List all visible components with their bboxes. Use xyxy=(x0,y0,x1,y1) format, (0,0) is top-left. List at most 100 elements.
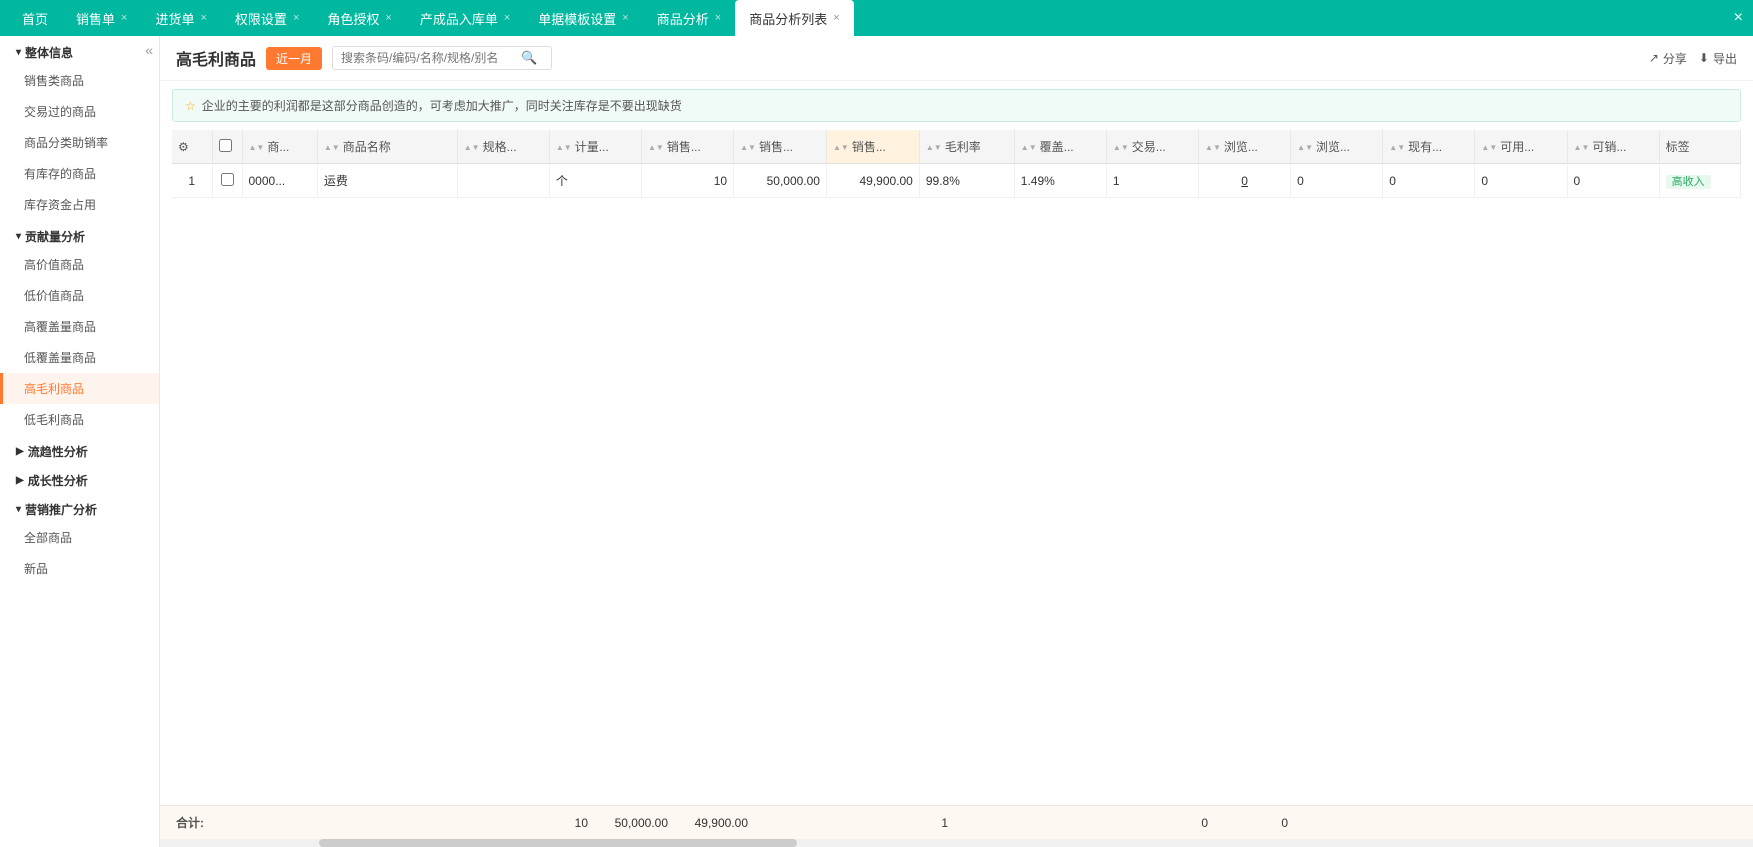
row-browse2: 0 xyxy=(1291,164,1383,198)
sidebar-item-sales-goods[interactable]: 销售类商品 xyxy=(0,65,159,96)
arrow-icon: ▾ xyxy=(16,47,21,58)
sort-icon[interactable]: ▲▼ xyxy=(926,143,942,152)
sort-icon[interactable]: ▲▼ xyxy=(1113,143,1129,152)
sidebar-item-stocked-goods[interactable]: 有库存的商品 xyxy=(0,158,159,189)
sort-icon[interactable]: ▲▼ xyxy=(648,143,664,152)
export-button[interactable]: ⬇ 导出 xyxy=(1699,50,1737,67)
close-icon[interactable]: × xyxy=(293,12,299,24)
row-no: 1 xyxy=(172,164,212,198)
sort-icon[interactable]: ▲▼ xyxy=(1205,143,1221,152)
sort-icon[interactable]: ▲▼ xyxy=(833,143,849,152)
sidebar-collapse-button[interactable]: « xyxy=(145,42,153,58)
sidebar-item-all-goods[interactable]: 全部商品 xyxy=(0,522,159,553)
row-select-checkbox[interactable] xyxy=(221,173,234,186)
scrollbar-thumb[interactable] xyxy=(319,839,797,847)
sidebar-item-low-margin[interactable]: 低毛利商品 xyxy=(0,404,159,435)
nav-product-analysis-list[interactable]: 商品分析列表 × xyxy=(735,0,853,36)
col-sellable: ▲▼可销... xyxy=(1567,130,1659,164)
col-checkbox-header[interactable] xyxy=(212,130,242,164)
row-unit: 个 xyxy=(549,164,641,198)
search-input[interactable] xyxy=(341,51,521,65)
close-icon[interactable]: × xyxy=(715,12,721,24)
footer-sales-amt2: 49,900.00 xyxy=(674,816,754,830)
sidebar-item-category-rate[interactable]: 商品分类助销率 xyxy=(0,127,159,158)
sort-icon[interactable]: ▲▼ xyxy=(1297,143,1313,152)
nav-home[interactable]: 首页 xyxy=(8,0,62,36)
tip-icon: ☆ xyxy=(185,99,196,113)
sidebar-item-high-value[interactable]: 高价值商品 xyxy=(0,249,159,280)
sidebar-item-high-margin[interactable]: 高毛利商品 xyxy=(0,373,159,404)
tag-badge: 高收入 xyxy=(1666,175,1711,189)
nav-finished-goods[interactable]: 产成品入库单 × xyxy=(406,0,524,36)
sort-icon[interactable]: ▲▼ xyxy=(556,143,572,152)
row-tag: 高收入 xyxy=(1659,164,1740,198)
footer-label: 合计: xyxy=(176,814,204,831)
sort-icon[interactable]: ▲▼ xyxy=(1021,143,1037,152)
sort-icon[interactable]: ▲▼ xyxy=(324,143,340,152)
sidebar-group-growth[interactable]: ▶ 成长性分析 xyxy=(0,464,159,493)
sort-icon[interactable]: ▲▼ xyxy=(249,143,265,152)
close-icon[interactable]: × xyxy=(200,12,206,24)
col-sales-qty: ▲▼销售... xyxy=(641,130,733,164)
nav-permission-settings[interactable]: 权限设置 × xyxy=(221,0,313,36)
arrow-icon: ▶ xyxy=(16,446,24,457)
sort-icon[interactable]: ▲▼ xyxy=(1574,143,1590,152)
sort-icon[interactable]: ▲▼ xyxy=(464,143,480,152)
close-all-tabs-button[interactable]: × xyxy=(1734,9,1743,27)
sidebar-item-traded-goods[interactable]: 交易过的商品 xyxy=(0,96,159,127)
sidebar-group-overall-info[interactable]: ▾ 整体信息 xyxy=(0,36,159,65)
filter-month-button[interactable]: 近一月 xyxy=(266,47,322,70)
col-settings[interactable]: ⚙ xyxy=(172,130,212,164)
close-icon[interactable]: × xyxy=(121,12,127,24)
close-icon[interactable]: × xyxy=(622,12,628,24)
col-transactions: ▲▼交易... xyxy=(1106,130,1198,164)
sidebar-item-high-coverage[interactable]: 高覆盖量商品 xyxy=(0,311,159,342)
sidebar: « ▾ 整体信息 销售类商品 交易过的商品 商品分类助销率 有库存的商品 库存资… xyxy=(0,36,160,847)
row-browse1: 0 xyxy=(1199,164,1291,198)
row-code: 0000... xyxy=(242,164,317,198)
data-table-wrap: ⚙ ▲▼商... ▲▼商品名称 ▲▼规格... ▲▼计量... ▲▼销售... … xyxy=(172,130,1741,805)
row-current: 0 xyxy=(1383,164,1475,198)
row-coverage: 1.49% xyxy=(1014,164,1106,198)
arrow-icon: ▶ xyxy=(16,475,24,486)
arrow-icon: ▾ xyxy=(16,504,21,515)
footer-val2: 0 xyxy=(1214,816,1294,830)
close-icon[interactable]: × xyxy=(385,12,391,24)
footer-val1: 0 xyxy=(1134,816,1214,830)
footer-sales-amt: 50,000.00 xyxy=(594,816,674,830)
sidebar-item-new-goods[interactable]: 新品 xyxy=(0,553,159,584)
close-icon[interactable]: × xyxy=(504,12,510,24)
sidebar-group-marketing[interactable]: ▾ 营销推广分析 xyxy=(0,493,159,522)
sidebar-group-trend[interactable]: ▶ 流趋性分析 xyxy=(0,435,159,464)
sidebar-item-stock-capital[interactable]: 库存资金占用 xyxy=(0,189,159,220)
nav-template-settings[interactable]: 单据模板设置 × xyxy=(524,0,642,36)
nav-purchase-order[interactable]: 进货单 × xyxy=(141,0,220,36)
sidebar-group-contribution[interactable]: ▾ 贡献量分析 xyxy=(0,220,159,249)
share-icon: ↗ xyxy=(1649,51,1659,65)
search-box: 🔍 xyxy=(332,46,552,70)
browse1-link[interactable]: 0 xyxy=(1241,174,1248,188)
close-icon[interactable]: × xyxy=(833,12,839,24)
row-checkbox[interactable] xyxy=(212,164,242,198)
share-button[interactable]: ↗ 分享 xyxy=(1649,50,1687,67)
sort-icon[interactable]: ▲▼ xyxy=(740,143,756,152)
sidebar-item-low-coverage[interactable]: 低覆盖量商品 xyxy=(0,342,159,373)
horizontal-scrollbar[interactable] xyxy=(160,839,1753,847)
col-current: ▲▼现有... xyxy=(1383,130,1475,164)
main-layout: « ▾ 整体信息 销售类商品 交易过的商品 商品分类助销率 有库存的商品 库存资… xyxy=(0,36,1753,847)
col-name: ▲▼商品名称 xyxy=(317,130,457,164)
select-all-checkbox[interactable] xyxy=(219,139,232,152)
search-icon[interactable]: 🔍 xyxy=(521,50,537,66)
col-sales-amt2: ▲▼销售... xyxy=(826,130,919,164)
nav-role-auth[interactable]: 角色授权 × xyxy=(313,0,405,36)
data-table: ⚙ ▲▼商... ▲▼商品名称 ▲▼规格... ▲▼计量... ▲▼销售... … xyxy=(172,130,1741,198)
sidebar-item-low-value[interactable]: 低价值商品 xyxy=(0,280,159,311)
row-available: 0 xyxy=(1475,164,1567,198)
nav-product-analysis[interactable]: 商品分析 × xyxy=(643,0,735,36)
sort-icon[interactable]: ▲▼ xyxy=(1481,143,1497,152)
header-actions: ↗ 分享 ⬇ 导出 xyxy=(1649,50,1737,67)
col-browse1: ▲▼浏览... xyxy=(1199,130,1291,164)
nav-sales-order[interactable]: 销售单 × xyxy=(62,0,141,36)
sort-icon[interactable]: ▲▼ xyxy=(1389,143,1405,152)
content-area: 高毛利商品 近一月 🔍 ↗ 分享 ⬇ 导出 ☆ 企业的主要的利润都是这部分商品创… xyxy=(160,36,1753,847)
